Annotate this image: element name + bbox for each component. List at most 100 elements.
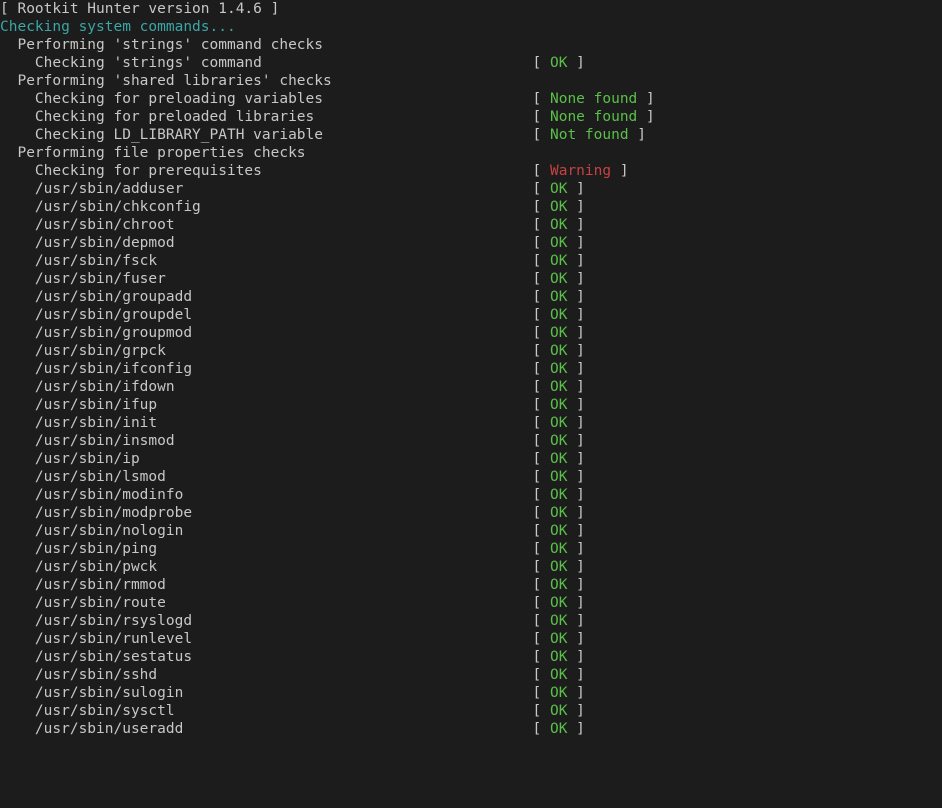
bracket-open: [ — [533, 433, 550, 449]
bracket-open: [ — [533, 307, 550, 323]
terminal-line: /usr/sbin/groupdel [ OK ] — [0, 306, 942, 324]
terminal-line: /usr/sbin/sysctl [ OK ] — [0, 702, 942, 720]
bracket-open: [ — [533, 253, 550, 269]
check-label: /usr/sbin/rsyslogd — [0, 613, 533, 629]
terminal-line: /usr/sbin/sulogin [ OK ] — [0, 684, 942, 702]
check-status: OK — [550, 217, 567, 233]
bracket-close: ] — [629, 127, 646, 143]
check-status: OK — [550, 595, 567, 611]
check-status: OK — [550, 181, 567, 197]
check-status: OK — [550, 325, 567, 341]
check-status: None found — [550, 109, 637, 125]
check-label: Checking 'strings' command — [0, 55, 533, 71]
bracket-open: [ — [533, 595, 550, 611]
check-label: /usr/sbin/ping — [0, 541, 533, 557]
bracket-open: [ — [533, 379, 550, 395]
check-status: OK — [550, 685, 567, 701]
bracket-close: ] — [567, 595, 584, 611]
terminal-line: Performing 'strings' command checks — [0, 36, 942, 54]
check-label: /usr/sbin/nologin — [0, 523, 533, 539]
check-label: /usr/sbin/chkconfig — [0, 199, 533, 215]
terminal-line: /usr/sbin/ifconfig [ OK ] — [0, 360, 942, 378]
check-label: /usr/sbin/fsck — [0, 253, 533, 269]
check-label: Checking LD_LIBRARY_PATH variable — [0, 127, 533, 143]
bracket-open: [ — [533, 415, 550, 431]
check-status: OK — [550, 415, 567, 431]
check-status: OK — [550, 667, 567, 683]
bracket-close: ] — [567, 577, 584, 593]
check-label: Checking for preloading variables — [0, 91, 533, 107]
bracket-open: [ — [533, 685, 550, 701]
check-status: OK — [550, 271, 567, 287]
bracket-open: [ — [533, 577, 550, 593]
bracket-open: [ — [533, 289, 550, 305]
bracket-open: [ — [533, 649, 550, 665]
bracket-close: ] — [567, 235, 584, 251]
check-status: Not found — [550, 127, 629, 143]
check-label: /usr/sbin/sestatus — [0, 649, 533, 665]
bracket-open: [ — [533, 505, 550, 521]
check-group-title: Performing 'shared libraries' checks — [0, 73, 332, 89]
bracket-open: [ — [533, 343, 550, 359]
bracket-close: ] — [567, 379, 584, 395]
check-status: OK — [550, 613, 567, 629]
check-label: /usr/sbin/chroot — [0, 217, 533, 233]
terminal-line: Checking system commands... — [0, 18, 942, 36]
bracket-open: [ — [533, 703, 550, 719]
section-heading: Checking system commands... — [0, 19, 236, 35]
check-label: /usr/sbin/modprobe — [0, 505, 533, 521]
bracket-open: [ — [533, 559, 550, 575]
bracket-close: ] — [567, 361, 584, 377]
terminal-line: Checking LD_LIBRARY_PATH variable [ Not … — [0, 126, 942, 144]
check-label: /usr/sbin/rmmod — [0, 577, 533, 593]
terminal-line: [ Rootkit Hunter version 1.4.6 ] — [0, 0, 942, 18]
bracket-open: [ — [533, 235, 550, 251]
check-label: /usr/sbin/fuser — [0, 271, 533, 287]
check-status: OK — [550, 541, 567, 557]
bracket-close: ] — [567, 55, 584, 71]
bracket-open: [ — [533, 109, 550, 125]
bracket-close: ] — [567, 541, 584, 557]
bracket-close: ] — [567, 199, 584, 215]
bracket-close: ] — [567, 613, 584, 629]
check-label: /usr/sbin/ifconfig — [0, 361, 533, 377]
check-label: /usr/sbin/pwck — [0, 559, 533, 575]
header-title: [ Rootkit Hunter version 1.4.6 ] — [0, 1, 279, 17]
terminal-line: /usr/sbin/lsmod [ OK ] — [0, 468, 942, 486]
bracket-open: [ — [533, 451, 550, 467]
check-label: /usr/sbin/ifdown — [0, 379, 533, 395]
terminal-line: /usr/sbin/modinfo [ OK ] — [0, 486, 942, 504]
bracket-close: ] — [567, 469, 584, 485]
bracket-close: ] — [567, 397, 584, 413]
bracket-open: [ — [533, 397, 550, 413]
check-status: OK — [550, 505, 567, 521]
bracket-close: ] — [567, 271, 584, 287]
terminal-line: /usr/sbin/ping [ OK ] — [0, 540, 942, 558]
check-label: /usr/sbin/adduser — [0, 181, 533, 197]
terminal-line: /usr/sbin/ifup [ OK ] — [0, 396, 942, 414]
terminal-line: Performing file properties checks — [0, 144, 942, 162]
bracket-open: [ — [533, 91, 550, 107]
check-label: /usr/sbin/insmod — [0, 433, 533, 449]
check-status: OK — [550, 577, 567, 593]
check-label: /usr/sbin/lsmod — [0, 469, 533, 485]
check-status: OK — [550, 433, 567, 449]
bracket-open: [ — [533, 523, 550, 539]
bracket-open: [ — [533, 361, 550, 377]
bracket-close: ] — [637, 109, 654, 125]
check-status: OK — [550, 199, 567, 215]
bracket-open: [ — [533, 217, 550, 233]
terminal-line: /usr/sbin/depmod [ OK ] — [0, 234, 942, 252]
check-label: Checking for prerequisites — [0, 163, 533, 179]
check-label: /usr/sbin/route — [0, 595, 533, 611]
check-label: /usr/sbin/groupmod — [0, 325, 533, 341]
bracket-open: [ — [533, 163, 550, 179]
check-status: OK — [550, 289, 567, 305]
check-label: /usr/sbin/modinfo — [0, 487, 533, 503]
terminal-line: /usr/sbin/nologin [ OK ] — [0, 522, 942, 540]
check-label: /usr/sbin/groupdel — [0, 307, 533, 323]
bracket-close: ] — [567, 631, 584, 647]
bracket-close: ] — [567, 721, 584, 737]
check-label: /usr/sbin/depmod — [0, 235, 533, 251]
check-label: /usr/sbin/init — [0, 415, 533, 431]
